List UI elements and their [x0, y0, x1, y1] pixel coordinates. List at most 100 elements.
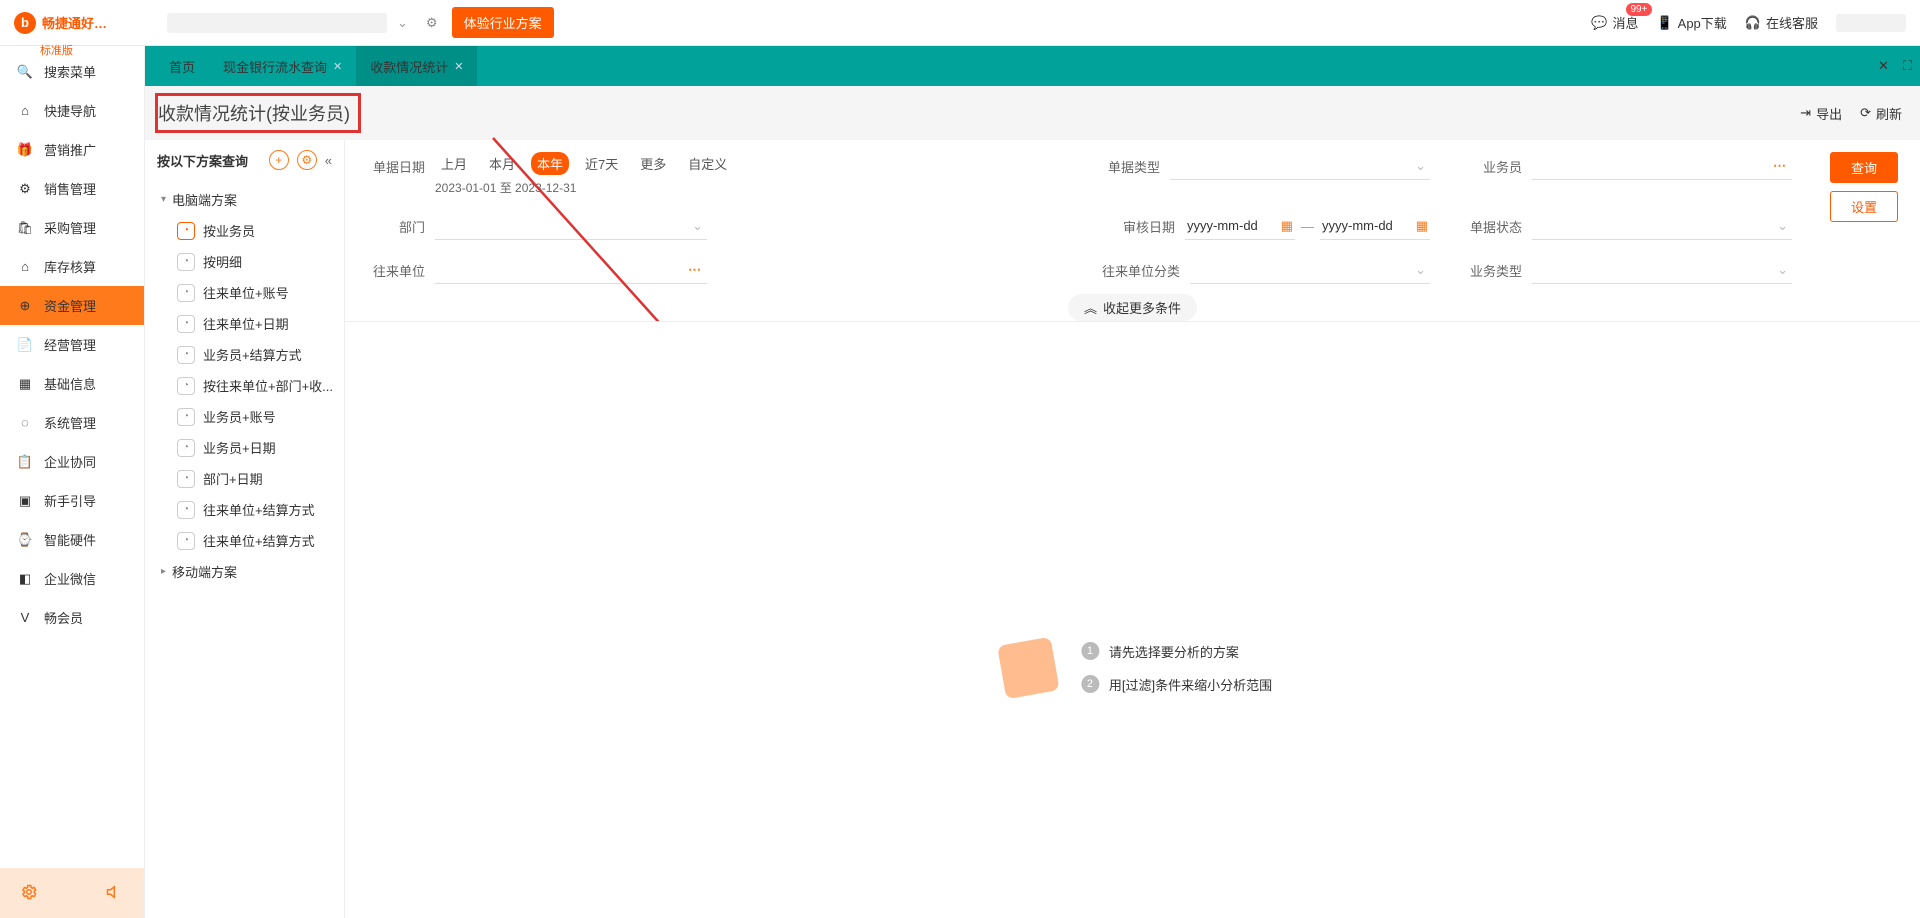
- speaker-icon[interactable]: [106, 883, 124, 904]
- sidebar-item[interactable]: ◌系统管理: [0, 403, 144, 442]
- date-option[interactable]: 自定义: [682, 152, 733, 175]
- org-selector[interactable]: [167, 13, 387, 33]
- dept-select[interactable]: ⌄: [435, 212, 707, 240]
- scheme-item-label: 部门+日期: [203, 469, 263, 488]
- scheme-item-label: 业务员+日期: [203, 438, 276, 457]
- biz-type-select[interactable]: ⌄: [1532, 256, 1792, 284]
- export-label: 导出: [1816, 104, 1842, 123]
- date-option[interactable]: 近7天: [579, 152, 624, 175]
- sidebar-item[interactable]: 📋企业协同: [0, 442, 144, 481]
- scheme-settings-button[interactable]: ⚙: [297, 150, 317, 170]
- brand: b 畅捷通好… 标准版: [14, 12, 107, 34]
- date-option[interactable]: 本月: [483, 152, 521, 175]
- add-scheme-button[interactable]: +: [269, 150, 289, 170]
- sidebar-item-label: 企业微信: [44, 569, 96, 588]
- close-icon[interactable]: ✕: [454, 60, 463, 73]
- gear-icon[interactable]: ⚙: [426, 15, 438, 31]
- sidebar-item[interactable]: ▣新手引导: [0, 481, 144, 520]
- scheme-item[interactable]: ◔往来单位+结算方式: [145, 494, 344, 525]
- bill-type-select[interactable]: ⌄: [1170, 152, 1430, 180]
- bill-date-label: 单据日期: [363, 152, 425, 176]
- sidebar-item[interactable]: ⌚智能硬件: [0, 520, 144, 559]
- export-icon: ⇥: [1800, 105, 1811, 121]
- scheme-item-label: 往来单位+结算方式: [203, 500, 315, 519]
- chevron-down-icon: ⌄: [692, 218, 703, 234]
- sidebar-item[interactable]: ▦基础信息: [0, 364, 144, 403]
- step-number: 2: [1081, 675, 1099, 693]
- scheme-item-icon: ◔: [177, 439, 195, 457]
- tab[interactable]: 首页: [155, 46, 209, 86]
- scheme-item[interactable]: ◔业务员+结算方式: [145, 339, 344, 370]
- date-option[interactable]: 上月: [435, 152, 473, 175]
- collapse-panel-icon[interactable]: «: [325, 153, 332, 168]
- sidebar-item[interactable]: 🛍采购管理: [0, 208, 144, 247]
- scheme-item[interactable]: ◔往来单位+日期: [145, 308, 344, 339]
- partner-select[interactable]: ⋯: [435, 256, 707, 284]
- scheme-item[interactable]: ◔ 业务员+日期: [145, 432, 344, 463]
- scheme-item[interactable]: ◔按明细: [145, 246, 344, 277]
- caret-icon: ▾: [161, 194, 166, 205]
- sidebar-icon: ▦: [16, 375, 34, 393]
- page-header: 收款情况统计(按业务员) ⇥导出 ⟳刷新: [145, 86, 1920, 140]
- close-all-icon[interactable]: ✕: [1878, 58, 1889, 74]
- refresh-button[interactable]: ⟳刷新: [1860, 104, 1902, 123]
- phone-icon: 📱: [1656, 15, 1672, 31]
- query-button[interactable]: 查询: [1830, 152, 1898, 183]
- chevron-down-icon[interactable]: ⌄: [397, 15, 408, 31]
- user-menu[interactable]: [1836, 14, 1906, 32]
- scheme-group[interactable]: ▾电脑端方案: [145, 184, 344, 215]
- partner-cat-select[interactable]: ⌄: [1190, 256, 1430, 284]
- chevron-down-icon: ⌄: [1777, 262, 1788, 278]
- results-area: 1请先选择要分析的方案 2用[过滤]条件来缩小分析范围: [345, 321, 1920, 918]
- scheme-item[interactable]: ◔部门+日期: [145, 463, 344, 494]
- sidebar-item-label: 快捷导航: [44, 101, 96, 120]
- app-download-link[interactable]: 📱 App下载: [1656, 13, 1726, 32]
- scheme-item-label: 按明细: [203, 252, 242, 271]
- date-option[interactable]: 本年: [531, 152, 569, 175]
- experience-button[interactable]: 体验行业方案: [452, 7, 554, 38]
- sidebar-item[interactable]: V畅会员: [0, 598, 144, 637]
- audit-date-to[interactable]: yyyy-mm-dd▦: [1320, 212, 1430, 240]
- scheme-item-label: 业务员+结算方式: [203, 345, 302, 364]
- sidebar-item[interactable]: 🔍搜索菜单: [0, 52, 144, 91]
- scheme-item[interactable]: ◔往来单位+结算方式: [145, 525, 344, 556]
- collapse-filters-button[interactable]: ︽ 收起更多条件: [1068, 294, 1197, 321]
- sidebar-item[interactable]: 📄经营管理: [0, 325, 144, 364]
- scheme-item[interactable]: ◔业务员+账号: [145, 401, 344, 432]
- sidebar-item[interactable]: ⌂快捷导航: [0, 91, 144, 130]
- calendar-icon: ▦: [1416, 218, 1428, 234]
- audit-date-label: 审核日期: [1113, 212, 1175, 236]
- gear-icon[interactable]: [20, 883, 38, 904]
- scheme-item[interactable]: ◔按往来单位+部门+收...: [145, 370, 344, 401]
- sidebar-icon: ⚙: [16, 180, 34, 198]
- support-link[interactable]: 🎧 在线客服: [1745, 13, 1818, 32]
- salesman-select[interactable]: ⋯: [1532, 152, 1792, 180]
- scheme-item-icon: ◔: [177, 284, 195, 302]
- date-range-text: 2023-01-01 至 2023-12-31: [435, 179, 733, 196]
- scheme-item-icon: ◔: [177, 377, 195, 395]
- sidebar-item[interactable]: 🎁营销推广: [0, 130, 144, 169]
- settings-button[interactable]: 设置: [1830, 191, 1898, 222]
- sidebar-icon: V: [16, 609, 34, 627]
- sidebar-item[interactable]: ⌂库存核算: [0, 247, 144, 286]
- tab[interactable]: 现金银行流水查询✕: [209, 46, 356, 86]
- date-option[interactable]: 更多: [634, 152, 672, 175]
- export-button[interactable]: ⇥ 导出: [1800, 104, 1842, 123]
- sidebar-icon: 📄: [16, 336, 34, 354]
- expand-icon[interactable]: ⛶: [1903, 58, 1912, 74]
- close-icon[interactable]: ✕: [333, 60, 342, 73]
- brand-logo-icon: b: [14, 12, 36, 34]
- sidebar-item[interactable]: ⚙销售管理: [0, 169, 144, 208]
- scheme-group[interactable]: ▸移动端方案: [145, 556, 344, 587]
- sidebar-item[interactable]: ⊕资金管理: [0, 286, 144, 325]
- tab[interactable]: 收款情况统计 ✕: [356, 46, 477, 86]
- sidebar-item[interactable]: ◧企业微信: [0, 559, 144, 598]
- scheme-item[interactable]: ◔按业务员: [145, 215, 344, 246]
- scheme-item-icon: ◔: [177, 222, 195, 240]
- messages-link[interactable]: 💬 消息 99+: [1591, 13, 1638, 32]
- tab-label: 收款情况统计: [370, 57, 448, 76]
- sidebar-item-label: 资金管理: [44, 296, 96, 315]
- scheme-item[interactable]: ◔往来单位+账号: [145, 277, 344, 308]
- bill-status-select[interactable]: ⌄: [1532, 212, 1792, 240]
- audit-date-from[interactable]: yyyy-mm-dd▦: [1185, 212, 1295, 240]
